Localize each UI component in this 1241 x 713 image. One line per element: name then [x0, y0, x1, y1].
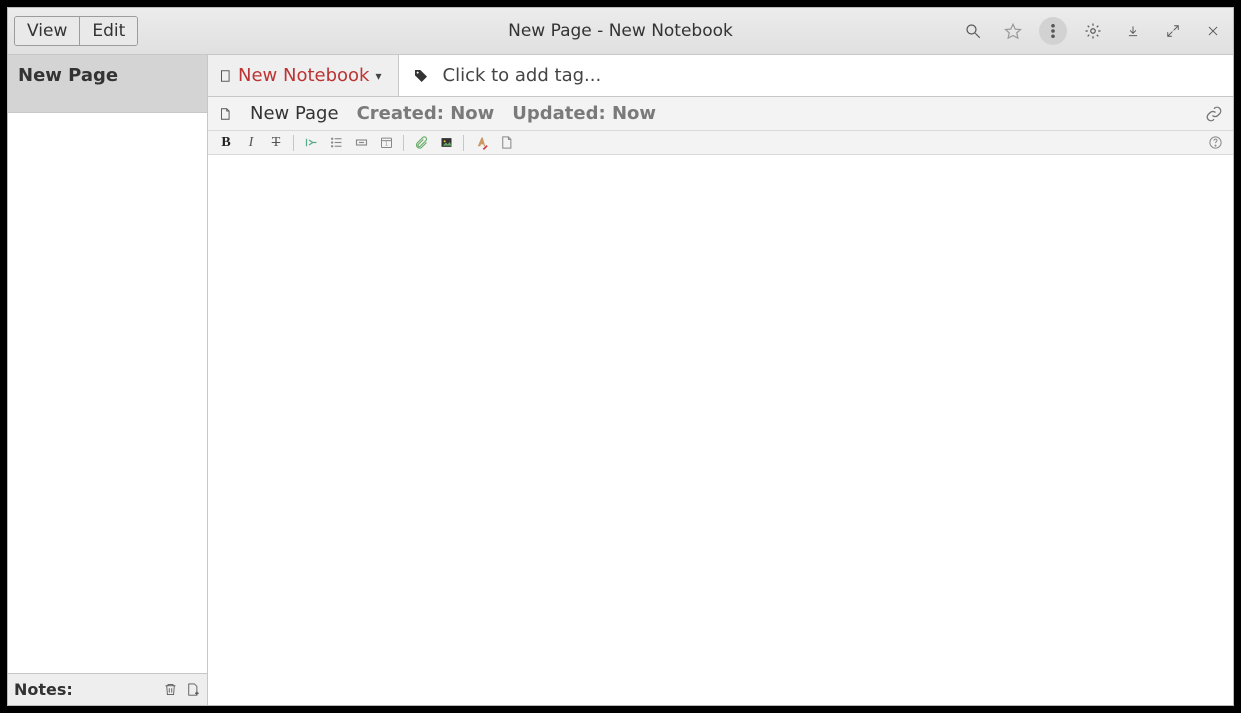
new-page-icon[interactable] [183, 681, 201, 699]
editor-area[interactable] [208, 155, 1233, 705]
titlebar-actions [959, 17, 1227, 45]
outdent-button[interactable] [349, 133, 373, 153]
separator [403, 135, 404, 151]
italic-button[interactable]: I [239, 133, 263, 153]
strikethrough-button[interactable]: T [264, 133, 288, 153]
list-button[interactable] [324, 133, 348, 153]
meta-row: New Page Created: Now Updated: Now [208, 97, 1233, 131]
close-icon[interactable] [1199, 17, 1227, 45]
tag-icon [413, 68, 429, 84]
edit-menu[interactable]: Edit [79, 17, 137, 45]
image-button[interactable] [434, 133, 458, 153]
trash-icon[interactable] [161, 681, 179, 699]
view-menu[interactable]: View [15, 17, 79, 45]
page-title[interactable]: New Page [250, 103, 339, 124]
tag-placeholder: Click to add tag... [443, 65, 602, 86]
tag-input[interactable]: Click to add tag... [399, 55, 1234, 96]
chevron-down-icon: ▾ [375, 69, 381, 83]
notebook-name: New Notebook [238, 65, 369, 86]
created-meta: Created: Now [357, 103, 495, 124]
main: New Notebook ▾ Click to add tag... New P… [208, 55, 1233, 705]
separator [463, 135, 464, 151]
titlebar: View Edit New Page - New Notebook [8, 8, 1233, 55]
sidebar-page-item[interactable]: New Page [8, 55, 207, 113]
app-window: View Edit New Page - New Notebook [7, 7, 1234, 706]
date-button[interactable]: 1 [374, 133, 398, 153]
bold-button[interactable]: B [214, 133, 238, 153]
notebook-icon [218, 69, 232, 83]
body: New Page Notes: New Notebook ▾ [8, 55, 1233, 705]
attach-button[interactable] [409, 133, 433, 153]
clear-format-button[interactable] [469, 133, 493, 153]
notes-label: Notes: [14, 680, 73, 699]
format-toolbar: B I T 1 [208, 131, 1233, 155]
menu-bar: View Edit [14, 16, 138, 46]
template-button[interactable] [494, 133, 518, 153]
header-row: New Notebook ▾ Click to add tag... [208, 55, 1233, 97]
more-icon[interactable] [1039, 17, 1067, 45]
link-icon[interactable] [1205, 105, 1223, 123]
help-icon[interactable] [1203, 133, 1227, 153]
indent-button[interactable] [299, 133, 323, 153]
star-icon[interactable] [999, 17, 1027, 45]
settings-icon[interactable] [1079, 17, 1107, 45]
updated-meta: Updated: Now [512, 103, 656, 124]
separator [293, 135, 294, 151]
svg-text:1: 1 [384, 142, 387, 148]
sidebar-footer: Notes: [8, 673, 207, 705]
page-icon [218, 107, 232, 121]
search-icon[interactable] [959, 17, 987, 45]
minimize-icon[interactable] [1119, 17, 1147, 45]
sidebar-spacer [8, 113, 207, 673]
notebook-selector[interactable]: New Notebook ▾ [208, 55, 399, 96]
maximize-icon[interactable] [1159, 17, 1187, 45]
sidebar: New Page Notes: [8, 55, 208, 705]
